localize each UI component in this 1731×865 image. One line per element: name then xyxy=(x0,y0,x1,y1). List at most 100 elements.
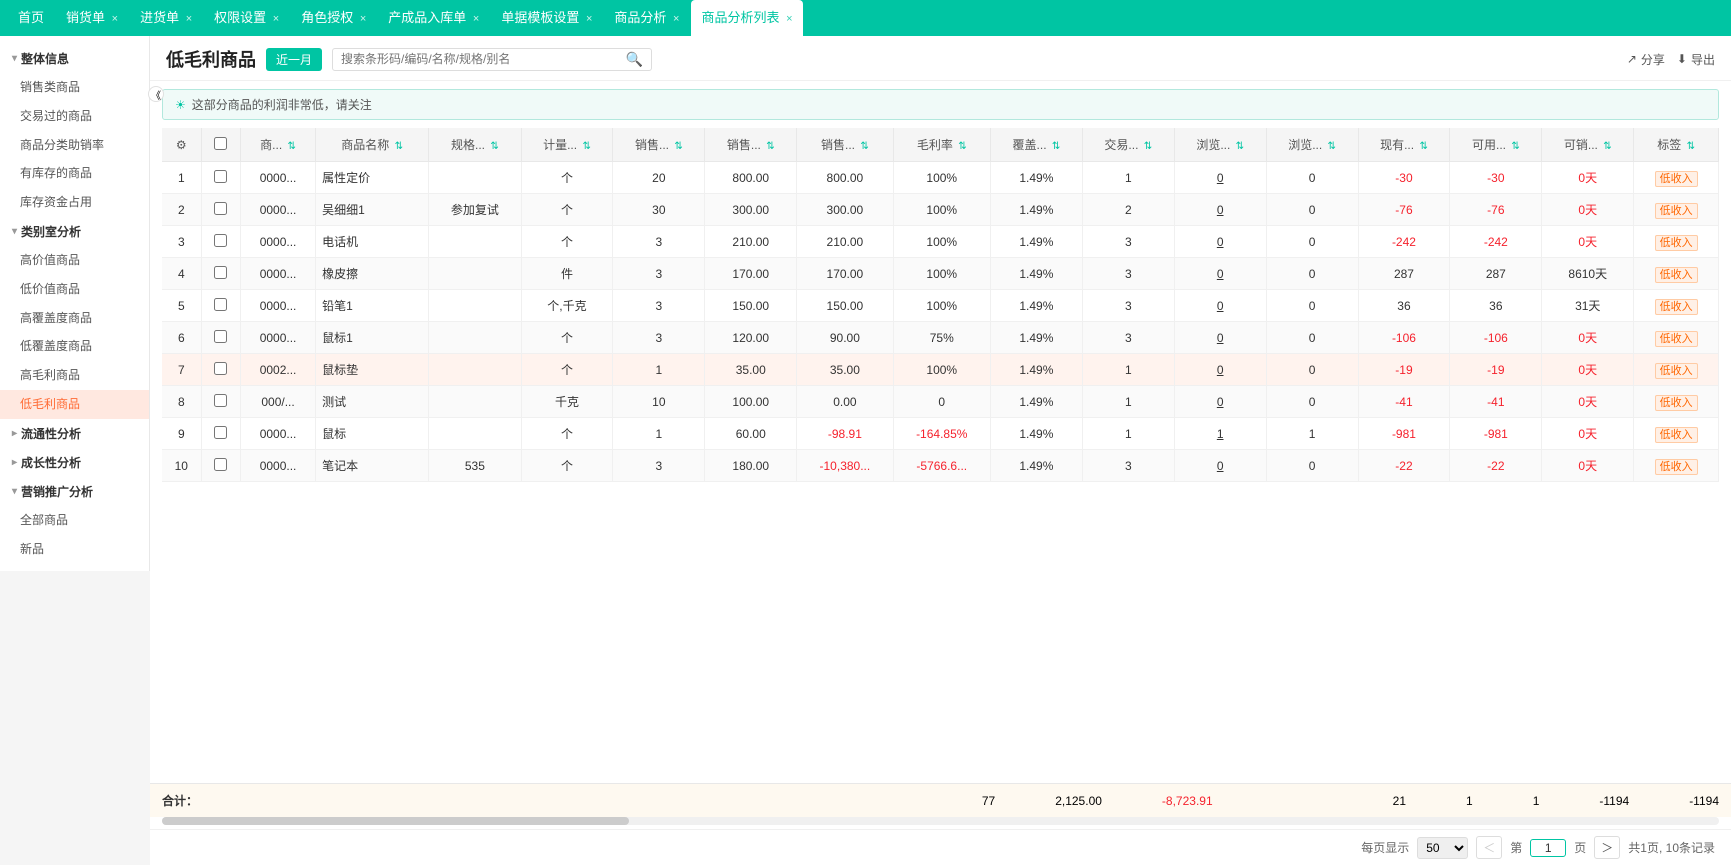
row-browse1[interactable]: 0 xyxy=(1174,450,1266,482)
row-select-checkbox[interactable] xyxy=(214,266,227,279)
share-button[interactable]: ↗ 分享 xyxy=(1627,51,1665,68)
nav-permission-close[interactable]: × xyxy=(273,13,279,25)
sidebar-item-capital[interactable]: 库存资金占用 xyxy=(0,188,149,217)
col-name[interactable]: 商品名称 ⇅ xyxy=(316,128,429,162)
sidebar-item-category-rate[interactable]: 商品分类助销率 xyxy=(0,131,149,160)
row-select-checkbox[interactable] xyxy=(214,234,227,247)
row-checkbox[interactable] xyxy=(201,258,240,290)
scroll-bar[interactable] xyxy=(162,817,1719,825)
row-checkbox[interactable] xyxy=(201,322,240,354)
row-browse1[interactable]: 0 xyxy=(1174,194,1266,226)
row-select-checkbox[interactable] xyxy=(214,426,227,439)
row-browse1[interactable]: 0 xyxy=(1174,290,1266,322)
sidebar-item-all-goods[interactable]: 全部商品 xyxy=(0,506,149,535)
nav-purchase-close[interactable]: × xyxy=(186,13,192,25)
nav-goods-analysis-close[interactable]: × xyxy=(673,13,679,25)
row-available: 36 xyxy=(1450,290,1542,322)
col-current[interactable]: 现有... ⇅ xyxy=(1358,128,1450,162)
scroll-bar-thumb[interactable] xyxy=(162,817,629,825)
col-code[interactable]: 商... ⇅ xyxy=(240,128,315,162)
nav-goods-analysis-list[interactable]: 商品分析列表 × xyxy=(691,0,802,36)
nav-home[interactable]: 首页 xyxy=(8,0,54,36)
row-browse1[interactable]: 0 xyxy=(1174,386,1266,418)
nav-sales-close[interactable]: × xyxy=(112,13,118,25)
col-sales-amount[interactable]: 销售... ⇅ xyxy=(797,128,893,162)
row-browse1[interactable]: 0 xyxy=(1174,226,1266,258)
sidebar-item-high-profit[interactable]: 高毛利商品 xyxy=(0,361,149,390)
nav-template-close[interactable]: × xyxy=(586,13,592,25)
sidebar-group-flow[interactable]: ▸ 流通性分析 xyxy=(0,419,149,448)
col-gross-rate[interactable]: 毛利率 ⇅ xyxy=(893,128,990,162)
sidebar-item-high-value[interactable]: 高价值商品 xyxy=(0,246,149,275)
row-checkbox[interactable] xyxy=(201,194,240,226)
row-select-checkbox[interactable] xyxy=(214,330,227,343)
row-checkbox[interactable] xyxy=(201,418,240,450)
col-sales-price[interactable]: 销售... ⇅ xyxy=(705,128,797,162)
sidebar-item-low-value[interactable]: 低价值商品 xyxy=(0,275,149,304)
sidebar-item-high-coverage[interactable]: 高覆盖度商品 xyxy=(0,304,149,333)
row-select-checkbox[interactable] xyxy=(214,394,227,407)
row-checkbox[interactable] xyxy=(201,290,240,322)
export-button[interactable]: ⬇ 导出 xyxy=(1677,51,1715,68)
nav-goods-analysis[interactable]: 商品分析 × xyxy=(604,0,689,36)
row-browse1[interactable]: 0 xyxy=(1174,322,1266,354)
row-checkbox[interactable] xyxy=(201,450,240,482)
search-icon[interactable]: 🔍 xyxy=(626,51,643,68)
col-coverage[interactable]: 覆盖... ⇅ xyxy=(990,128,1082,162)
nav-template[interactable]: 单据模板设置 × xyxy=(491,0,602,36)
row-checkbox[interactable] xyxy=(201,354,240,386)
row-browse1[interactable]: 1 xyxy=(1174,418,1266,450)
col-spec[interactable]: 规格... ⇅ xyxy=(429,128,521,162)
sidebar-item-low-profit[interactable]: 低毛利商品 xyxy=(0,390,149,419)
row-checkbox[interactable] xyxy=(201,162,240,194)
row-tag: 低收入 xyxy=(1634,450,1719,482)
search-input[interactable] xyxy=(341,52,626,66)
prev-page-button[interactable]: ＜ xyxy=(1476,836,1502,859)
sidebar-group-marketing[interactable]: ▾ 营销推广分析 xyxy=(0,477,149,506)
col-sales-count[interactable]: 销售... ⇅ xyxy=(613,128,705,162)
col-tag[interactable]: 标签 ⇅ xyxy=(1634,128,1719,162)
nav-sales[interactable]: 销货单 × xyxy=(56,0,128,36)
sidebar-collapse-button[interactable]: 《 xyxy=(148,86,164,102)
next-page-button[interactable]: ＞ xyxy=(1594,836,1620,859)
nav-goods-analysis-list-close[interactable]: × xyxy=(786,13,792,25)
nav-product-stock[interactable]: 产成品入库单 × xyxy=(378,0,489,36)
row-current: -22 xyxy=(1358,450,1450,482)
col-trade[interactable]: 交易... ⇅ xyxy=(1082,128,1174,162)
select-all-checkbox[interactable] xyxy=(214,137,227,150)
row-select-checkbox[interactable] xyxy=(214,298,227,311)
nav-role-close[interactable]: × xyxy=(360,13,366,25)
row-browse1[interactable]: 0 xyxy=(1174,162,1266,194)
page-number-input[interactable] xyxy=(1530,839,1566,857)
col-available[interactable]: 可用... ⇅ xyxy=(1450,128,1542,162)
sidebar-item-sales-goods[interactable]: 销售类商品 xyxy=(0,73,149,102)
col-unit[interactable]: 计量... ⇅ xyxy=(521,128,613,162)
row-checkbox[interactable] xyxy=(201,386,240,418)
sidebar-item-low-coverage[interactable]: 低覆盖度商品 xyxy=(0,332,149,361)
nav-permission[interactable]: 权限设置 × xyxy=(204,0,289,36)
col-settings[interactable]: ⚙ xyxy=(162,128,201,162)
col-saleable[interactable]: 可销... ⇅ xyxy=(1542,128,1634,162)
nav-purchase[interactable]: 进货单 × xyxy=(130,0,202,36)
col-browse1[interactable]: 浏览... ⇅ xyxy=(1174,128,1266,162)
nav-product-stock-close[interactable]: × xyxy=(473,13,479,25)
row-select-checkbox[interactable] xyxy=(214,170,227,183)
header-actions: ↗ 分享 ⬇ 导出 xyxy=(1627,51,1715,68)
nav-role[interactable]: 角色授权 × xyxy=(291,0,376,36)
row-select-checkbox[interactable] xyxy=(214,458,227,471)
row-select-checkbox[interactable] xyxy=(214,202,227,215)
row-browse1[interactable]: 0 xyxy=(1174,258,1266,290)
per-page-select[interactable]: 50 100 200 xyxy=(1417,837,1468,859)
sidebar-item-traded-goods[interactable]: 交易过的商品 xyxy=(0,102,149,131)
col-browse2[interactable]: 浏览... ⇅ xyxy=(1266,128,1358,162)
sidebar-item-new-goods[interactable]: 新品 xyxy=(0,535,149,564)
row-checkbox[interactable] xyxy=(201,226,240,258)
row-select-checkbox[interactable] xyxy=(214,362,227,375)
row-browse1[interactable]: 0 xyxy=(1174,354,1266,386)
col-checkbox[interactable] xyxy=(201,128,240,162)
sidebar-group-overall[interactable]: ▾ 整体信息 xyxy=(0,44,149,73)
sidebar-item-in-stock[interactable]: 有库存的商品 xyxy=(0,159,149,188)
sidebar-group-category[interactable]: ▾ 类别室分析 xyxy=(0,217,149,246)
sidebar-group-growth[interactable]: ▸ 成长性分析 xyxy=(0,448,149,477)
time-filter-button[interactable]: 近一月 xyxy=(266,48,322,71)
